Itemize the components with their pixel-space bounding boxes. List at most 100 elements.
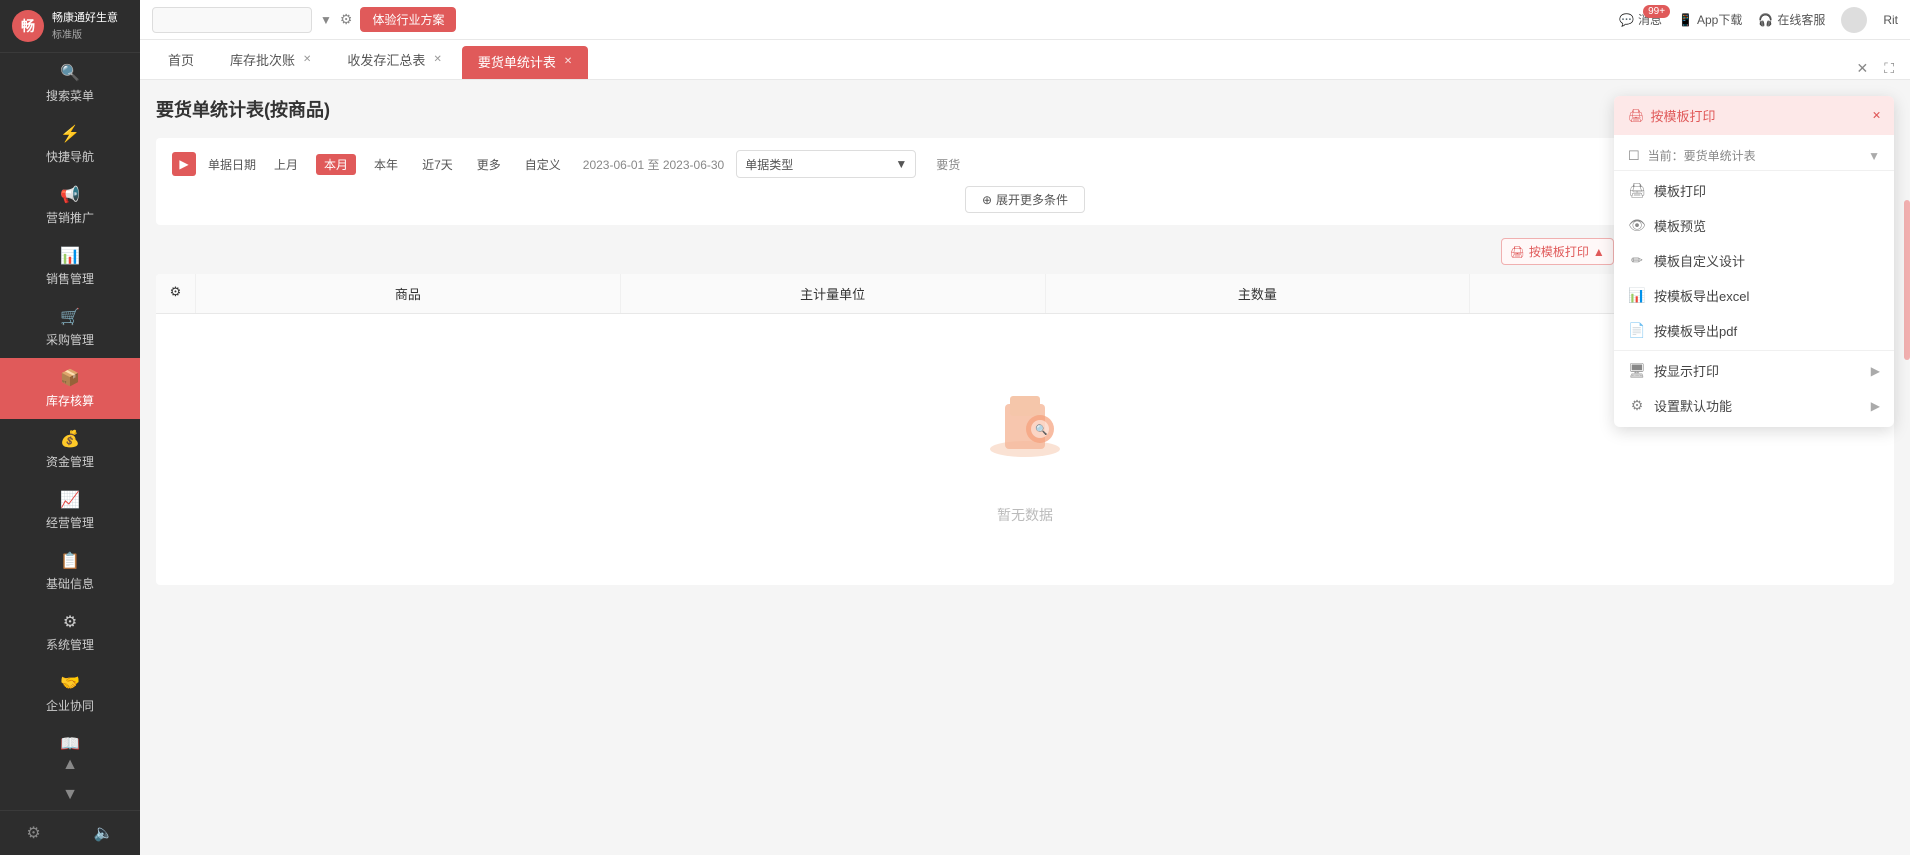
tab-bar: 首页 库存批次账 ✕ 收发存汇总表 ✕ 要货单统计表 ✕ ✕ ⛶	[140, 40, 1910, 80]
print-dropdown-title: 🖨 按模板打印	[1628, 106, 1716, 125]
sidebar-item-label: 搜索菜单	[46, 87, 94, 104]
print-menu-template-print[interactable]: 🖨 模板打印	[1614, 173, 1894, 208]
print-dropdown-close-btn[interactable]: +	[1866, 106, 1885, 125]
quick-nav-icon: ⚡	[60, 124, 80, 144]
filter-toggle-icon: ▶	[179, 157, 188, 171]
maximize-window-btn[interactable]: ⛶	[1880, 58, 1898, 79]
volume-icon[interactable]: 🔈	[86, 819, 122, 847]
sidebar-item-label: 销售管理	[46, 270, 94, 287]
app-download-button[interactable]: 📱 App下载	[1678, 11, 1742, 28]
empty-text: 暂无数据	[997, 505, 1053, 525]
print-current-arrow: ▼	[1868, 149, 1880, 163]
settings-gear-icon[interactable]: ⚙	[340, 11, 353, 28]
print-current-label: 当前：要货单统计表	[1648, 147, 1868, 164]
tab-inventory-batch[interactable]: 库存批次账 ✕	[214, 42, 327, 79]
sidebar-item-search[interactable]: 🔍 搜索菜单	[0, 53, 140, 114]
sidebar-item-sales[interactable]: 📊 销售管理	[0, 236, 140, 297]
sidebar-item-label: 基础信息	[46, 575, 94, 592]
settings-bottom-icon[interactable]: ⚙	[18, 819, 48, 847]
sidebar-item-finance[interactable]: 💰 资金管理	[0, 419, 140, 480]
sidebar-item-guide[interactable]: 📖 新手引导	[0, 724, 140, 750]
tab-summary-close[interactable]: ✕	[433, 54, 441, 65]
table-col-settings[interactable]: ⚙	[156, 274, 196, 313]
print-menu-display-print[interactable]: 🖥 按显示打印 ▶	[1614, 353, 1894, 388]
print-current-icon: ☐	[1628, 148, 1640, 164]
search-input[interactable]	[152, 7, 312, 33]
date-btn-custom[interactable]: 自定义	[519, 154, 567, 175]
sidebar-item-system[interactable]: ⚙ 系统管理	[0, 602, 140, 663]
print-menu-export-pdf[interactable]: 📄 按模板导出pdf	[1614, 313, 1894, 348]
tab-inventory-batch-close[interactable]: ✕	[303, 54, 311, 65]
marketing-icon: 📢	[60, 185, 80, 205]
inventory-icon: 📦	[60, 368, 80, 388]
online-support-button[interactable]: 🎧 在线客服	[1758, 11, 1825, 28]
type-filter-arrow: ▼	[895, 157, 907, 171]
sidebar-item-marketing[interactable]: 📢 营销推广	[0, 175, 140, 236]
tab-home[interactable]: 首页	[152, 42, 210, 79]
date-btn-7days[interactable]: 近7天	[416, 154, 459, 175]
expand-conditions-btn[interactable]: ⊕ 展开更多条件	[965, 186, 1085, 213]
sidebar-item-inventory[interactable]: 📦 库存核算	[0, 358, 140, 419]
date-btn-this-month[interactable]: 本月	[316, 154, 356, 175]
username: Rit	[1883, 13, 1898, 27]
avatar[interactable]	[1841, 7, 1867, 33]
right-scrollbar[interactable]	[1904, 200, 1910, 360]
table-col-quantity: 主数量	[1046, 274, 1471, 313]
window-controls: ✕ ⛶	[1852, 58, 1898, 79]
search-dropdown-icon[interactable]: ▼	[320, 13, 332, 27]
type-filter-select[interactable]: 单据类型 ▼	[736, 150, 916, 178]
sidebar-scroll-up[interactable]: ▲	[0, 750, 140, 780]
tab-home-label: 首页	[168, 50, 194, 69]
sidebar-item-operations[interactable]: 📈 经营管理	[0, 480, 140, 541]
logo-icon: 畅	[12, 10, 44, 42]
print-menu-template-preview[interactable]: 👁 模板预览	[1614, 208, 1894, 243]
date-btn-more[interactable]: 更多	[471, 154, 507, 175]
trial-button[interactable]: 体验行业方案	[360, 7, 456, 32]
empty-illustration: 🔍	[975, 374, 1075, 493]
guide-icon: 📖	[60, 734, 80, 750]
sidebar-item-label: 库存核算	[46, 392, 94, 409]
sidebar-item-label: 快捷导航	[46, 148, 94, 165]
empty-state: 🔍 暂无数据	[975, 374, 1075, 525]
set-default-icon: ⚙	[1628, 397, 1646, 414]
sidebar-item-quick-nav[interactable]: ⚡ 快捷导航	[0, 114, 140, 175]
topbar-right: 💬 消息 99+ 📱 App下载 🎧 在线客服 Rit	[1619, 7, 1898, 33]
print-menu-export-excel[interactable]: 📊 按模板导出excel	[1614, 278, 1894, 313]
filter-toggle-btn[interactable]: ▶	[172, 152, 196, 176]
date-btn-this-year[interactable]: 本年	[368, 154, 404, 175]
tab-summary[interactable]: 收发存汇总表 ✕	[331, 42, 457, 79]
sidebar-item-basics[interactable]: 📋 基础信息	[0, 541, 140, 602]
display-print-icon: 🖥	[1628, 362, 1646, 379]
sidebar-item-collab[interactable]: 🤝 企业协同	[0, 663, 140, 724]
print-dropdown-header: 🖨 按模板打印 +	[1614, 96, 1894, 135]
tab-order-stats[interactable]: 要货单统计表 ✕	[462, 46, 588, 79]
print-menu-set-default[interactable]: ⚙ 设置默认功能 ▶	[1614, 388, 1894, 423]
app-version: 标准版	[52, 26, 118, 41]
display-print-row: 🖥 按显示打印 ▶	[1628, 361, 1880, 380]
operations-icon: 📈	[60, 490, 80, 510]
download-icon: 📱	[1678, 13, 1693, 27]
expand-icon: ⊕	[982, 193, 992, 207]
message-badge: 99+	[1643, 5, 1670, 18]
date-btn-last-month[interactable]: 上月	[268, 154, 304, 175]
print-template-btn[interactable]: 🖨 按模板打印 ▲	[1501, 238, 1614, 265]
svg-text:🔍: 🔍	[1035, 423, 1047, 436]
messages-button[interactable]: 💬 消息 99+	[1619, 11, 1662, 28]
online-support-label: 在线客服	[1777, 11, 1825, 28]
print-current-row: ☐ 当前：要货单统计表 ▼	[1628, 147, 1880, 164]
tab-summary-label: 收发存汇总表	[347, 50, 425, 69]
system-icon: ⚙	[63, 612, 77, 632]
sidebar-scroll-down[interactable]: ▼	[0, 780, 140, 810]
app-name: 畅康通好生意	[52, 11, 118, 26]
display-print-left: 🖥 按显示打印	[1628, 361, 1719, 380]
message-icon: 💬	[1619, 13, 1634, 27]
close-window-btn[interactable]: ✕	[1852, 58, 1872, 79]
tab-order-stats-close[interactable]: ✕	[564, 56, 572, 67]
sidebar-item-purchase[interactable]: 🛒 采购管理	[0, 297, 140, 358]
export-excel-icon: 📊	[1628, 287, 1646, 304]
print-menu-template-design[interactable]: ✏ 模板自定义设计	[1614, 243, 1894, 278]
sidebar-item-label: 经营管理	[46, 514, 94, 531]
order-type-label: 要货	[936, 156, 960, 173]
search-menu-icon: 🔍	[60, 63, 80, 83]
print-header-icon: 🖨	[1628, 108, 1645, 124]
